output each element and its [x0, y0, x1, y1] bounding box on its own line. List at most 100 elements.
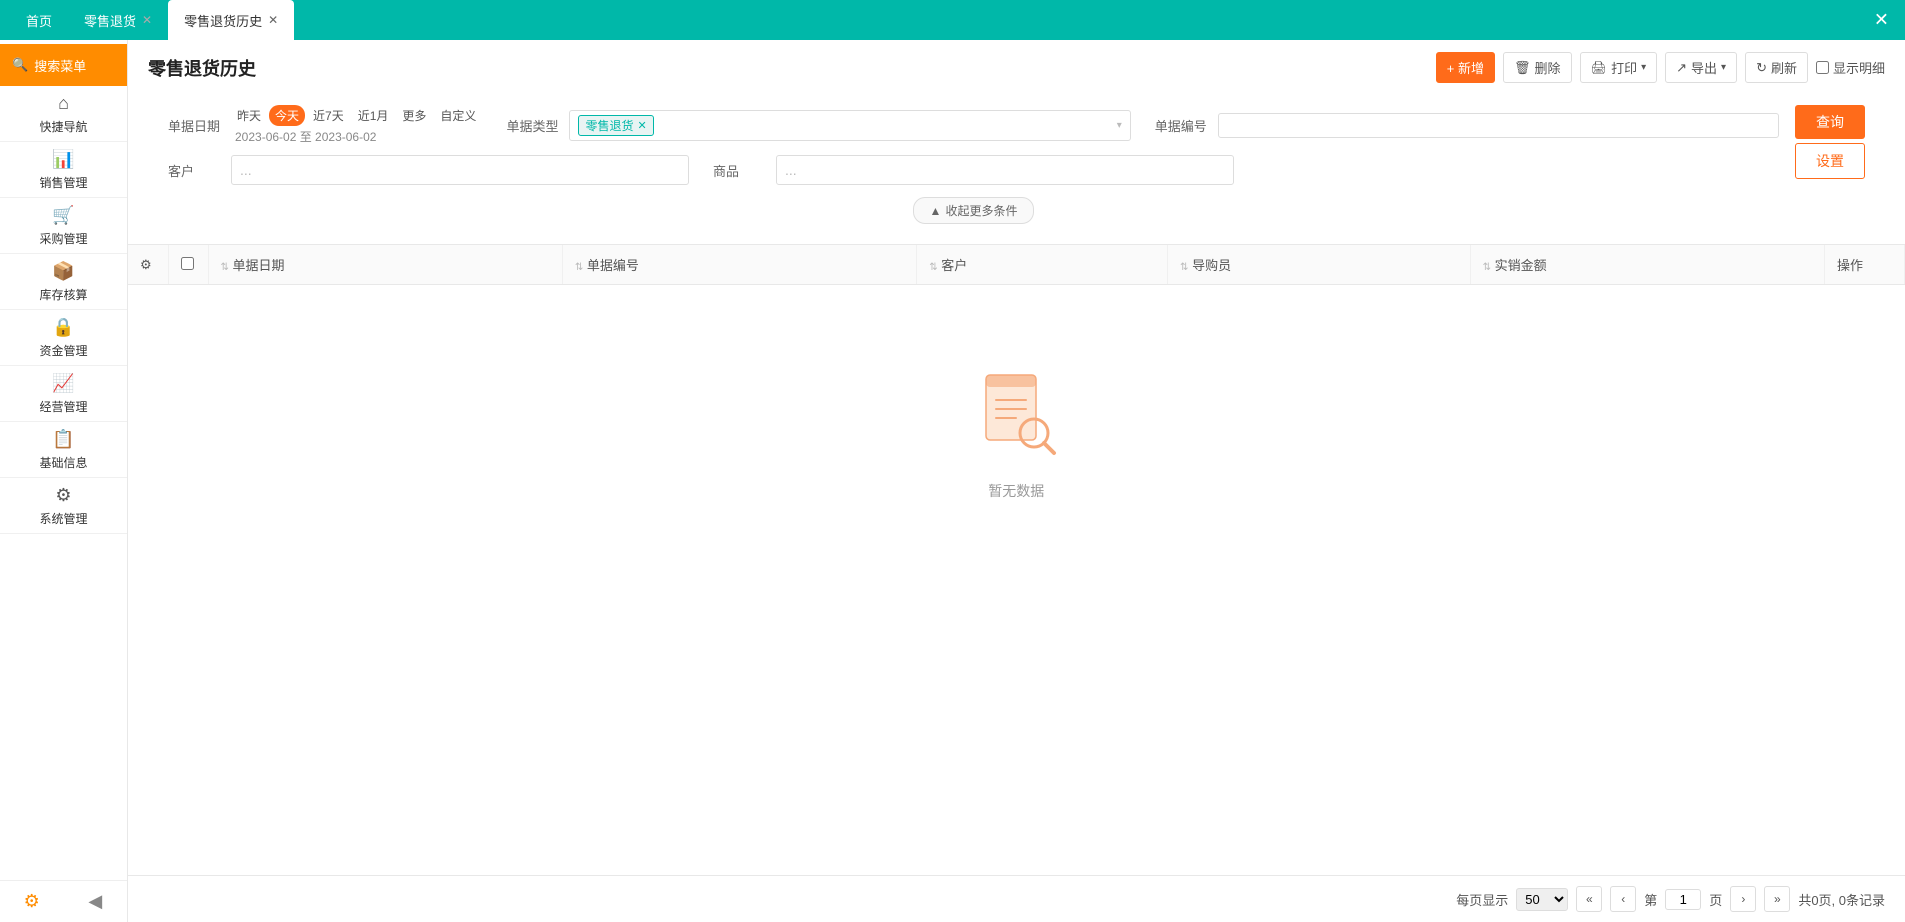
settings-gear-icon[interactable]: ⚙ [140, 257, 152, 272]
table-header-row: ⚙ ⇅ 单据日期 ⇅ 单据编号 [128, 245, 1905, 285]
search-menu[interactable]: 🔍 搜索菜单 [0, 44, 127, 86]
filter-row-2: 客户 ... 商品 ... [168, 155, 1779, 185]
collapse-icon: ▲ [930, 204, 942, 218]
goods-input[interactable]: ... [776, 155, 1234, 185]
sidebar-settings-btn[interactable]: ⚙ [0, 881, 64, 922]
sidebar-item-basic-info-label: 基础信息 [39, 454, 87, 471]
last-page-btn[interactable]: » [1764, 886, 1790, 912]
operations-icon: 📈 [52, 373, 74, 394]
sidebar-collapse-btn[interactable]: ◀ [64, 881, 128, 922]
page-title: 零售退货历史 [148, 55, 256, 81]
sidebar-item-system-label: 系统管理 [39, 510, 87, 527]
date-opt-custom[interactable]: 自定义 [434, 105, 482, 126]
th-guide[interactable]: ⇅ 导购员 [1168, 245, 1471, 285]
select-all-checkbox[interactable] [181, 257, 194, 270]
voucher-type-chevron-icon: ▾ [1117, 120, 1122, 131]
empty-illustration [966, 365, 1066, 465]
date-opt-more[interactable]: 更多 [396, 105, 432, 126]
voucher-type-tag-close[interactable]: ✕ [637, 119, 646, 132]
delete-icon: 🗑 [1514, 60, 1531, 76]
refresh-button[interactable]: ↻ 刷新 [1745, 52, 1808, 83]
sidebar-item-purchase-mgmt[interactable]: 🛒 采购管理 [0, 198, 127, 254]
date-field-label: 单据日期 [168, 116, 223, 135]
sidebar-bottom: ⚙ ◀ [0, 880, 127, 922]
date-opt-today[interactable]: 今天 [269, 105, 305, 126]
empty-text: 暂无数据 [988, 481, 1044, 501]
th-date[interactable]: ⇅ 单据日期 [208, 245, 562, 285]
sidebar-item-inventory-label: 库存核算 [39, 286, 87, 303]
page-title-row: 零售退货历史 + 新增 🗑 删除 🖨 打印 ▾ ↗ 导出 [148, 52, 1885, 83]
th-settings[interactable]: ⚙ [128, 245, 168, 285]
search-menu-label: 搜索菜单 [34, 56, 86, 75]
system-icon: ⚙ [55, 485, 71, 506]
finance-icon: 🔒 [52, 317, 74, 338]
toolbar: + 新增 🗑 删除 🖨 打印 ▾ ↗ 导出 ▾ [1436, 52, 1885, 83]
page-label: 第 [1644, 890, 1657, 909]
tab-home[interactable]: 首页 [10, 0, 68, 40]
top-bar: 首页 零售退货 ✕ 零售退货历史 ✕ ✕ [0, 0, 1905, 40]
table-body: 暂无数据 [128, 285, 1905, 582]
th-amount-label: 实销金额 [1495, 258, 1547, 273]
customer-dots: ... [240, 162, 252, 178]
data-table: ⚙ ⇅ 单据日期 ⇅ 单据编号 [128, 245, 1905, 581]
sidebar-item-quick-nav[interactable]: ⌂ 快捷导航 [0, 86, 127, 142]
filter-form: 单据日期 昨天 今天 近7天 近1月 更多 自定义 2 [168, 105, 1779, 240]
th-amount[interactable]: ⇅ 实销金额 [1470, 245, 1824, 285]
collapse-btn[interactable]: ▲ 收起更多条件 [913, 197, 1035, 224]
th-customer[interactable]: ⇅ 客户 [917, 245, 1168, 285]
search-icon: 🔍 [12, 57, 28, 73]
voucher-type-select[interactable]: 零售退货 ✕ ▾ [569, 110, 1130, 141]
pagination: 每页显示 50 10 20 100 « ‹ 第 页 › » 共0页, 0条记录 [128, 875, 1905, 922]
sidebar-item-finance[interactable]: 🔒 资金管理 [0, 310, 127, 366]
th-date-sort-icon: ⇅ [221, 262, 229, 273]
page-input[interactable] [1665, 889, 1701, 910]
sales-icon: 📊 [52, 149, 74, 170]
content-area: 零售退货历史 + 新增 🗑 删除 🖨 打印 ▾ ↗ 导出 [128, 40, 1905, 922]
tab-retail-return[interactable]: 零售退货 ✕ [68, 0, 168, 40]
date-opt-yesterday[interactable]: 昨天 [231, 105, 267, 126]
sidebar-item-inventory[interactable]: 📦 库存核算 [0, 254, 127, 310]
sidebar-item-operations[interactable]: 📈 经营管理 [0, 366, 127, 422]
sidebar-item-system-mgmt[interactable]: ⚙ 系统管理 [0, 478, 127, 534]
export-label: 导出 [1691, 58, 1717, 77]
show-detail-label: 显示明细 [1833, 58, 1885, 77]
date-opt-7days[interactable]: 近7天 [307, 105, 350, 126]
tab-retail-return-history[interactable]: 零售退货历史 ✕ [168, 0, 294, 40]
export-button[interactable]: ↗ 导出 ▾ [1665, 52, 1737, 83]
tab-retail-return-history-label: 零售退货历史 [184, 11, 262, 30]
th-checkbox[interactable] [168, 245, 208, 285]
date-opt-1month[interactable]: 近1月 [352, 105, 395, 126]
filter-settings-button[interactable]: 设置 [1795, 143, 1865, 179]
prev-page-btn[interactable]: ‹ [1610, 886, 1636, 912]
filter-goods-field: 商品 ... [713, 155, 1234, 185]
sidebar-item-sales-mgmt[interactable]: 📊 销售管理 [0, 142, 127, 198]
tab-retail-return-history-close[interactable]: ✕ [268, 13, 278, 27]
per-page-select[interactable]: 50 10 20 100 [1516, 888, 1568, 911]
show-detail-input[interactable] [1816, 61, 1829, 74]
next-page-btn[interactable]: › [1730, 886, 1756, 912]
tab-retail-return-close[interactable]: ✕ [142, 13, 152, 27]
first-page-btn[interactable]: « [1576, 886, 1602, 912]
sidebar-item-basic-info[interactable]: 📋 基础信息 [0, 422, 127, 478]
print-button[interactable]: 🖨 打印 ▾ [1580, 52, 1658, 83]
filter-date-field: 单据日期 昨天 今天 近7天 近1月 更多 自定义 2 [168, 105, 482, 145]
customer-label: 客户 [168, 161, 223, 180]
customer-input[interactable]: ... [231, 155, 689, 185]
th-no[interactable]: ⇅ 单据编号 [562, 245, 916, 285]
th-guide-label: 导购员 [1192, 258, 1231, 273]
print-icon: 🖨 [1591, 60, 1608, 76]
query-button[interactable]: 查询 [1795, 105, 1865, 139]
show-detail-checkbox[interactable]: 显示明细 [1816, 58, 1885, 77]
export-chevron-icon: ▾ [1721, 62, 1726, 73]
voucher-no-label: 单据编号 [1155, 116, 1210, 135]
page-unit: 页 [1709, 890, 1722, 909]
sidebar: 🔍 搜索菜单 ⌂ 快捷导航 📊 销售管理 🛒 采购管理 📦 库存核算 🔒 资金管… [0, 40, 128, 922]
th-date-label: 单据日期 [233, 258, 285, 273]
delete-button[interactable]: 🗑 删除 [1503, 52, 1572, 83]
voucher-no-input[interactable] [1218, 113, 1779, 138]
voucher-type-label: 单据类型 [506, 116, 561, 135]
filter-voucher-no-field: 单据编号 [1155, 113, 1779, 138]
new-button[interactable]: + 新增 [1436, 52, 1495, 83]
empty-state-row: 暂无数据 [128, 285, 1905, 582]
window-close-icon[interactable]: ✕ [1874, 10, 1889, 31]
